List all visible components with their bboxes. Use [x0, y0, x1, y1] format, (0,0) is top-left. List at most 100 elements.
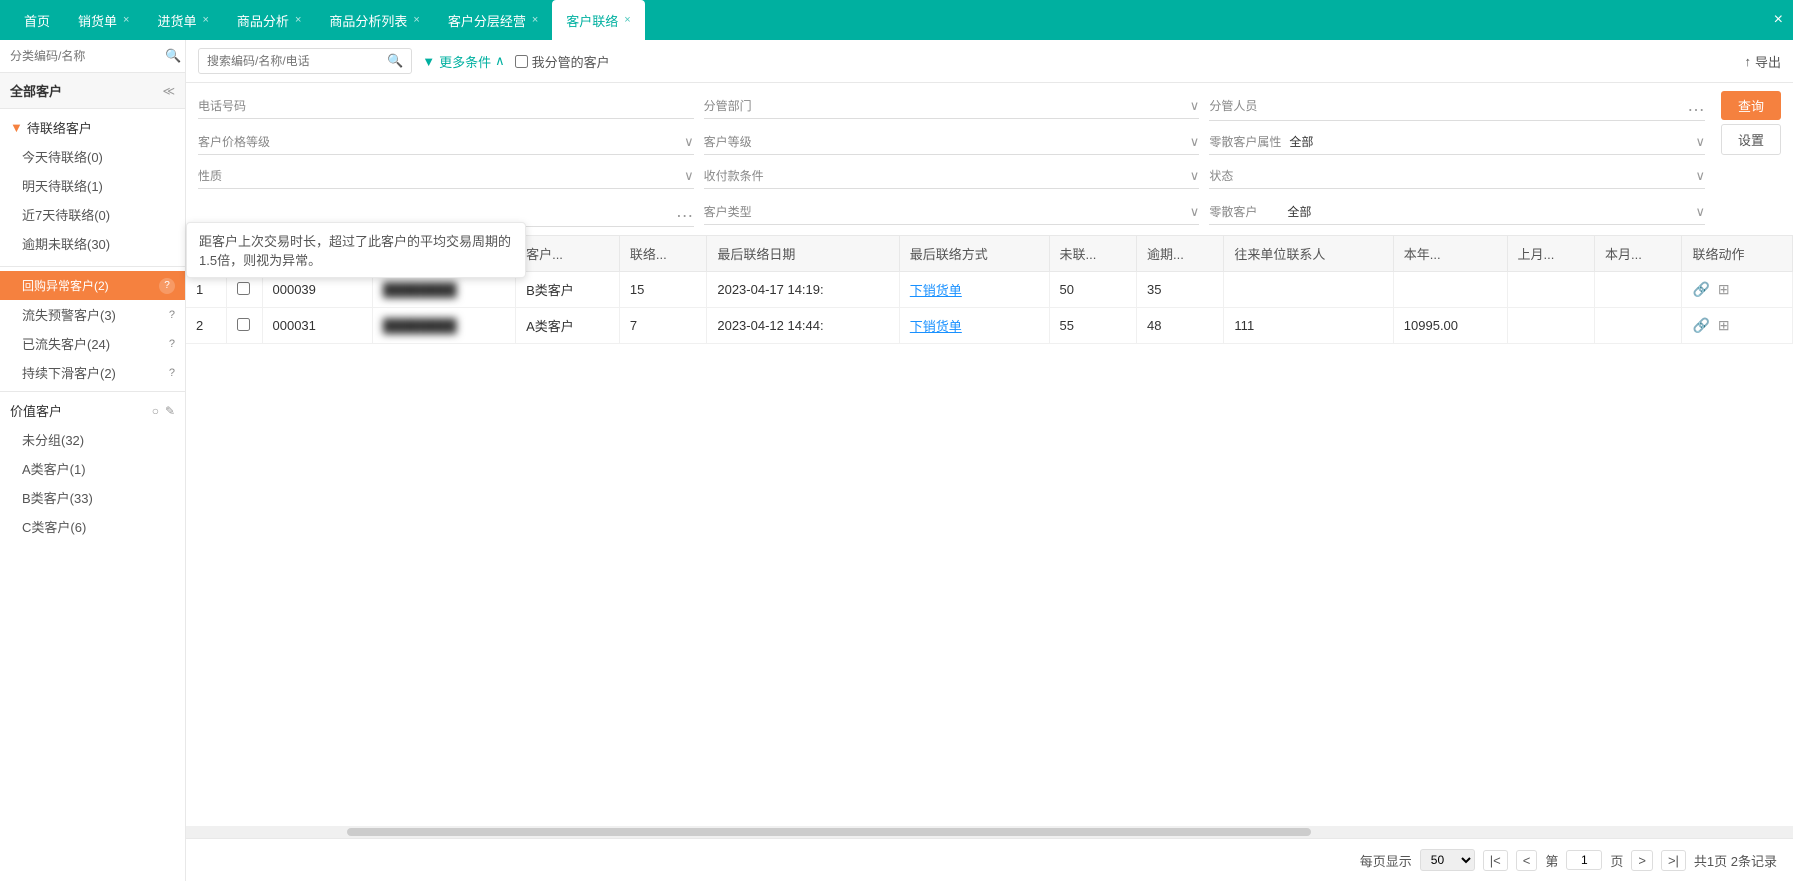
- sidebar-divider2: [0, 391, 185, 392]
- row2-this-month: [1595, 308, 1682, 344]
- close-icon[interactable]: ×: [202, 14, 208, 26]
- filter-scatter-attr-arrow-icon: ∨: [1695, 134, 1705, 150]
- col-overdue: 逾期...: [1136, 236, 1223, 272]
- horizontal-scrollbar[interactable]: [186, 826, 1793, 838]
- filter-scatter-attr[interactable]: 零散客户属性 全部 ∨: [1209, 129, 1705, 155]
- filter-price-level[interactable]: 客户价格等级 ∨: [198, 129, 694, 155]
- nav-item-purchase[interactable]: 进货单 ×: [143, 0, 222, 40]
- page-prev-button[interactable]: <: [1516, 850, 1538, 871]
- page-last-button[interactable]: >|: [1661, 850, 1686, 871]
- filter-more-icon[interactable]: …: [676, 201, 694, 222]
- col-last-contact-method: 最后联络方式: [899, 236, 1049, 272]
- pending-contact-group-title[interactable]: ▼ 待联络客户: [0, 113, 185, 142]
- tooltip-text: 距客户上次交易时长，超过了此客户的平均交易周期的1.5倍，则视为异常。: [199, 234, 511, 268]
- filter-customer-type-arrow-icon: ∨: [1190, 204, 1200, 220]
- nav-item-analysis-list[interactable]: 商品分析列表 ×: [315, 0, 433, 40]
- nav-item-sales[interactable]: 销货单 ×: [64, 0, 143, 40]
- sidebar-item-repurchase-abnormal[interactable]: 回购异常客户(2) ?: [0, 271, 185, 300]
- filter-manager[interactable]: 分管人员 …: [1209, 91, 1705, 121]
- value-customers-edit-icon[interactable]: ○: [152, 404, 159, 418]
- sidebar-collapse-icon[interactable]: ≪: [162, 84, 175, 98]
- row1-grid-icon[interactable]: ⊞: [1718, 281, 1730, 298]
- sidebar-item-churned[interactable]: 已流失客户(24) ?: [0, 329, 185, 358]
- tooltip-box: 距客户上次交易时长，超过了此客户的平均交易周期的1.5倍，则视为异常。: [186, 222, 526, 278]
- row1-last-date: 2023-04-17 14:19:: [707, 272, 899, 308]
- row1-this-year: [1393, 272, 1507, 308]
- row2-select-checkbox[interactable]: [237, 318, 250, 331]
- my-customers-checkbox[interactable]: [515, 55, 528, 68]
- row1-overdue: 35: [1136, 272, 1223, 308]
- page-first-button[interactable]: |<: [1483, 850, 1508, 871]
- repurchase-abnormal-help-icon[interactable]: ?: [159, 278, 175, 294]
- table-row: 2 000031 ████████ A类客户 7 2023-04-12 14:4…: [186, 308, 1793, 344]
- toolbar: 🔍 ▼ 更多条件 ∧ 我分管的客户 ↑ 导出: [186, 40, 1793, 83]
- declining-help-icon[interactable]: ?: [169, 367, 175, 379]
- col-this-month: 本月...: [1595, 236, 1682, 272]
- filter-customer-type[interactable]: 客户类型 ∨: [704, 199, 1200, 225]
- nav-item-home[interactable]: 首页: [10, 0, 64, 40]
- filter-dept[interactable]: 分管部门 ∨: [704, 93, 1200, 119]
- row2-checkbox[interactable]: [226, 308, 262, 344]
- filter-customer-level[interactable]: 客户等级 ∨: [704, 129, 1200, 155]
- filter-scatter-customer[interactable]: 零散客户 全部 ∨: [1209, 199, 1705, 225]
- close-icon[interactable]: ×: [295, 14, 301, 26]
- sidebar-search-icon[interactable]: 🔍: [165, 48, 181, 64]
- sidebar-item-7days[interactable]: 近7天待联络(0): [0, 200, 185, 229]
- page-next-button[interactable]: >: [1631, 850, 1653, 871]
- row2-grid-icon[interactable]: ⊞: [1718, 317, 1730, 334]
- row2-link-icon[interactable]: 🔗: [1692, 317, 1709, 334]
- settings-button[interactable]: 设置: [1721, 124, 1781, 155]
- sidebar-search-input[interactable]: [10, 49, 165, 63]
- nav-item-analysis[interactable]: 商品分析 ×: [223, 0, 315, 40]
- nav-item-customer-contact[interactable]: 客户联络 ×: [552, 0, 644, 40]
- col-last-contact-date: 最后联络日期: [707, 236, 899, 272]
- row1-contact-count: 15: [619, 272, 706, 308]
- row2-this-year: 10995.00: [1393, 308, 1507, 344]
- filter-status[interactable]: 状态 ∨: [1209, 163, 1705, 189]
- value-customers-section[interactable]: 价值客户 ○ ✎: [0, 396, 185, 425]
- filter-price-level-arrow-icon: ∨: [684, 134, 694, 150]
- churned-help-icon[interactable]: ?: [169, 338, 175, 350]
- my-customers-checkbox-label[interactable]: 我分管的客户: [515, 52, 610, 71]
- window-close-icon[interactable]: ×: [1774, 11, 1783, 29]
- nav-item-customer-tier[interactable]: 客户分层经营 ×: [434, 0, 552, 40]
- close-icon[interactable]: ×: [532, 14, 538, 26]
- row1-select-checkbox[interactable]: [237, 282, 250, 295]
- row1-last-method[interactable]: 下销货单: [899, 272, 1049, 308]
- scrollbar-thumb[interactable]: [347, 828, 1311, 836]
- sidebar-item-tomorrow[interactable]: 明天待联络(1): [0, 171, 185, 200]
- filter-phone-input[interactable]: [276, 99, 694, 113]
- filter-row-2: 客户价格等级 ∨ 客户等级 ∨ 零散客户属性 全部: [198, 129, 1705, 155]
- sidebar-item-churn-warning[interactable]: 流失预警客户(3) ?: [0, 300, 185, 329]
- close-icon[interactable]: ×: [123, 14, 129, 26]
- col-last-month: 上月...: [1507, 236, 1594, 272]
- filter-row-1: 电话号码 分管部门 ∨ 分管人员 …: [198, 91, 1705, 121]
- filter-payment[interactable]: 收付款条件 ∨: [704, 163, 1200, 189]
- page-number-input[interactable]: [1566, 850, 1602, 870]
- filter-row-3: 性质 ∨ 收付款条件 ∨ 状态 ∨: [198, 163, 1705, 189]
- row1-contact-person: [1224, 272, 1393, 308]
- filter-manager-more-icon[interactable]: …: [1687, 95, 1705, 116]
- row1-link-icon[interactable]: 🔗: [1692, 281, 1709, 298]
- search-icon[interactable]: 🔍: [387, 53, 403, 69]
- sidebar-item-class-c[interactable]: C类客户(6): [0, 512, 185, 541]
- sidebar-item-today[interactable]: 今天待联络(0): [0, 142, 185, 171]
- sidebar-item-class-b[interactable]: B类客户(33): [0, 483, 185, 512]
- row2-last-method[interactable]: 下销货单: [899, 308, 1049, 344]
- value-customers-settings-icon[interactable]: ✎: [165, 404, 175, 418]
- more-filters-button[interactable]: ▼ 更多条件 ∧: [422, 52, 504, 71]
- filter-nature[interactable]: 性质 ∨: [198, 163, 694, 189]
- sidebar-item-overdue[interactable]: 逾期未联络(30): [0, 229, 185, 258]
- per-page-select[interactable]: 50 100 200: [1420, 849, 1475, 871]
- export-button[interactable]: ↑ 导出: [1744, 52, 1781, 71]
- filter-phone: 电话号码: [198, 93, 694, 119]
- churn-warning-help-icon[interactable]: ?: [169, 309, 175, 321]
- row1-actions: 🔗 ⊞: [1682, 272, 1793, 308]
- search-input[interactable]: [207, 54, 387, 68]
- close-icon[interactable]: ×: [413, 14, 419, 26]
- close-icon[interactable]: ×: [624, 14, 630, 26]
- sidebar-item-class-a[interactable]: A类客户(1): [0, 454, 185, 483]
- query-button[interactable]: 查询: [1721, 91, 1781, 120]
- sidebar-item-unclassified[interactable]: 未分组(32): [0, 425, 185, 454]
- sidebar-item-declining[interactable]: 持续下滑客户(2) ?: [0, 358, 185, 387]
